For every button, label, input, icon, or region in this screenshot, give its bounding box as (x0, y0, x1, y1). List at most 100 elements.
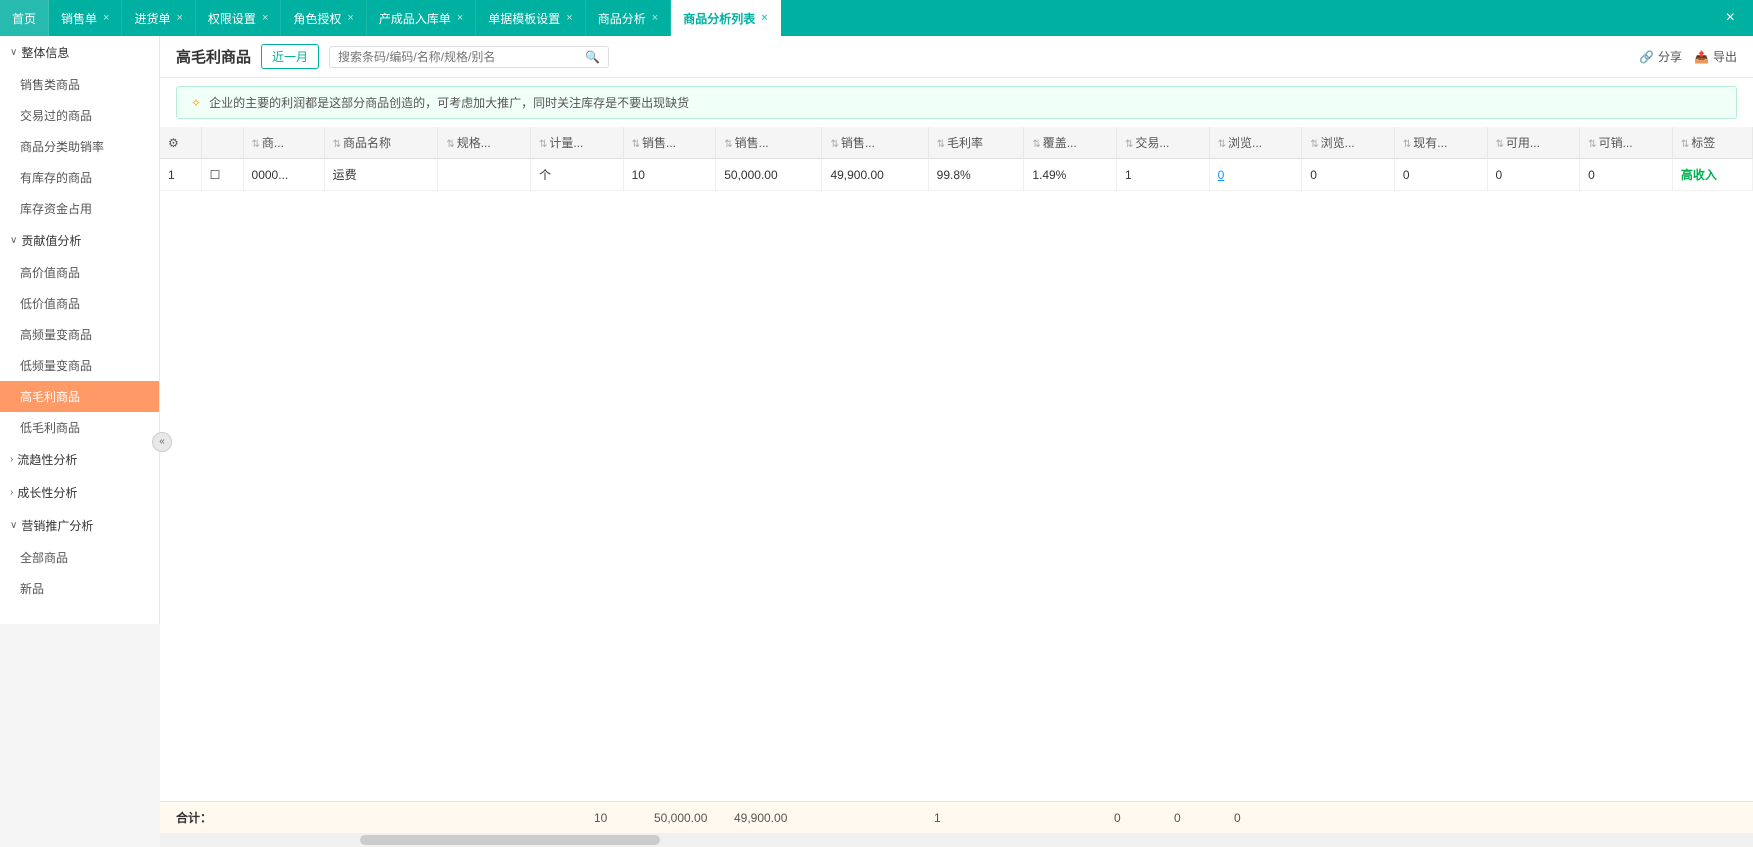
th-saleable[interactable]: ⇅可销... (1580, 127, 1673, 159)
footer-cell-15: 0 (1166, 811, 1226, 825)
nav-tab-role-permission[interactable]: 角色授权× (281, 0, 366, 36)
th-tag[interactable]: ⇅标签 (1672, 127, 1752, 159)
sidebar-group-label: 流趋性分析 (17, 451, 77, 468)
sidebar: ∨ 整体信息销售类商品交易过的商品商品分类助销率有库存的商品库存资金占用 ∨ 贡献值分… (0, 36, 160, 624)
sidebar-item-low-value-goods[interactable]: 低价值商品 (0, 288, 159, 319)
th-unit[interactable]: ⇅计量... (530, 127, 623, 159)
nav-tab-close-permission-settings[interactable]: × (262, 12, 268, 24)
export-button[interactable]: 📤 导出 (1694, 48, 1737, 65)
sort-icon: ⇅ (333, 139, 341, 150)
sort-icon: ⇅ (252, 139, 260, 150)
th-checkbox (201, 127, 243, 159)
sort-icon: ⇅ (830, 139, 838, 150)
header-actions: 🔗 分享 📤 导出 (1639, 48, 1737, 65)
th-current[interactable]: ⇅现有... (1394, 127, 1487, 159)
sort-icon: ⇅ (446, 139, 454, 150)
nav-tab-close-role-permission[interactable]: × (347, 12, 353, 24)
cell-spec (438, 159, 531, 191)
th-browse2[interactable]: ⇅浏览... (1302, 127, 1395, 159)
nav-tab-close-product-analysis[interactable]: × (652, 12, 658, 24)
sort-icon: ⇅ (1310, 139, 1318, 150)
content-header: 高毛利商品 近一月 🔍 🔗 分享 📤 导出 (160, 36, 1753, 78)
nav-tab-home[interactable]: 首页 (0, 0, 49, 36)
sidebar-group-label: 贡献值分析 (21, 232, 81, 249)
cell-trade: 1 (1116, 159, 1209, 191)
th-trade[interactable]: ⇅交易... (1116, 127, 1209, 159)
export-icon: 📤 (1694, 50, 1709, 64)
sidebar-item-goods-analysis[interactable]: 商品分类助销率 (0, 131, 159, 162)
sidebar-group-label: 成长性分析 (17, 484, 77, 501)
cell-margin-rate: 99.8% (928, 159, 1024, 191)
nav-tab-close-sales[interactable]: × (103, 12, 109, 24)
sidebar-group-growth-analysis[interactable]: ›成长性分析 (0, 476, 159, 509)
footer-cell-16: 0 (1226, 811, 1286, 825)
nav-tab-close-product-entry[interactable]: × (457, 12, 463, 24)
search-icon[interactable]: 🔍 (585, 50, 600, 64)
nav-tab-purchase[interactable]: 进货单× (122, 0, 195, 36)
nav-tab-product-analysis[interactable]: 商品分析× (586, 0, 671, 36)
th-available[interactable]: ⇅可用... (1487, 127, 1580, 159)
cell-browse1-link[interactable]: 0 (1218, 168, 1225, 182)
sidebar-item-all-goods[interactable]: 全部商品 (0, 542, 159, 573)
sidebar-group-label: 整体信息 (21, 44, 69, 61)
cell-current: 0 (1394, 159, 1487, 191)
th-coverage[interactable]: ⇅覆盖... (1024, 127, 1117, 159)
sidebar-group-marketing-analysis[interactable]: ∨营销推广分析 (0, 509, 159, 542)
sort-icon: ⇅ (724, 139, 732, 150)
th-name[interactable]: ⇅商品名称 (324, 127, 438, 159)
scrollbar-thumb[interactable] (360, 835, 660, 845)
window-close-button[interactable]: × (1718, 9, 1743, 26)
th-sales-cost[interactable]: ⇅销售... (822, 127, 928, 159)
arrow-icon: ∨ (10, 47, 17, 58)
th-sales-amount[interactable]: ⇅销售... (716, 127, 822, 159)
arrow-icon: ∨ (10, 235, 17, 246)
cell-code: 0000... (243, 159, 324, 191)
nav-tab-product-analysis-list[interactable]: 商品分析列表× (671, 0, 780, 36)
tip-bar: ✧ 企业的主要的利润都是这部分商品创造的，可考虑加大推广，同时关注库存是不要出现… (176, 86, 1737, 119)
data-table: ⚙⇅商...⇅商品名称⇅规格...⇅计量...⇅销售...⇅销售...⇅销售..… (160, 127, 1753, 191)
sidebar-item-inventory-funds[interactable]: 库存资金占用 (0, 193, 159, 224)
nav-tab-close-template-settings[interactable]: × (566, 12, 572, 24)
th-code[interactable]: ⇅商... (243, 127, 324, 159)
sidebar-item-high-margin-goods[interactable]: 高毛利商品 (0, 381, 159, 412)
nav-tab-template-settings[interactable]: 单据模板设置× (476, 0, 585, 36)
nav-tab-permission-settings[interactable]: 权限设置× (196, 0, 281, 36)
horizontal-scrollbar[interactable] (160, 833, 1753, 847)
filter-recent-month-button[interactable]: 近一月 (261, 44, 319, 69)
sidebar-group-trend-analysis[interactable]: ›流趋性分析 (0, 443, 159, 476)
th-margin-rate[interactable]: ⇅毛利率 (928, 127, 1024, 159)
table-header-row: ⚙⇅商...⇅商品名称⇅规格...⇅计量...⇅销售...⇅销售...⇅销售..… (160, 127, 1753, 159)
sidebar-item-inventory-goods[interactable]: 有库存的商品 (0, 162, 159, 193)
nav-tab-sales[interactable]: 销售单× (49, 0, 122, 36)
sidebar-item-traded-goods[interactable]: 交易过的商品 (0, 100, 159, 131)
sidebar-item-new-goods[interactable]: 新品 (0, 573, 159, 604)
sidebar-group-label: 营销推广分析 (21, 517, 93, 534)
search-input[interactable] (338, 50, 580, 64)
sidebar-item-high-value-goods[interactable]: 高价值商品 (0, 257, 159, 288)
sidebar-item-high-freq-goods[interactable]: 高频量变商品 (0, 319, 159, 350)
sidebar-group-overall-info[interactable]: ∨ 整体信息 (0, 36, 159, 69)
th-sales-qty[interactable]: ⇅销售... (623, 127, 716, 159)
sort-icon: ⇅ (1032, 139, 1040, 150)
sidebar-item-low-margin-goods[interactable]: 低毛利商品 (0, 412, 159, 443)
sidebar-collapse-button[interactable]: « (152, 432, 172, 452)
nav-tab-close-purchase[interactable]: × (176, 12, 182, 24)
sidebar-group-wealth-analysis[interactable]: ∨ 贡献值分析 (0, 224, 159, 257)
nav-tab-product-entry[interactable]: 产成品入库单× (367, 0, 476, 36)
share-button[interactable]: 🔗 分享 (1639, 48, 1682, 65)
footer-cell-14: 0 (1106, 811, 1166, 825)
cell-checkbox[interactable]: ☐ (201, 159, 243, 191)
cell-coverage: 1.49% (1024, 159, 1117, 191)
th-spec[interactable]: ⇅规格... (438, 127, 531, 159)
search-box[interactable]: 🔍 (329, 46, 609, 68)
th-browse1[interactable]: ⇅浏览... (1209, 127, 1302, 159)
window-controls: × (1718, 9, 1753, 27)
th-settings: ⚙ (160, 127, 201, 159)
sidebar-item-low-freq-goods[interactable]: 低频量变商品 (0, 350, 159, 381)
nav-tab-close-product-analysis-list[interactable]: × (761, 12, 767, 24)
sidebar-item-sales-goods[interactable]: 销售类商品 (0, 69, 159, 100)
sort-icon: ⇅ (1125, 139, 1133, 150)
table-row: 1☐0000...运费个1050,000.0049,900.0099.8%1.4… (160, 159, 1753, 191)
table-wrapper[interactable]: ⚙⇅商...⇅商品名称⇅规格...⇅计量...⇅销售...⇅销售...⇅销售..… (160, 127, 1753, 801)
tip-text: 企业的主要的利润都是这部分商品创造的，可考虑加大推广，同时关注库存是不要出现缺货 (209, 94, 689, 111)
